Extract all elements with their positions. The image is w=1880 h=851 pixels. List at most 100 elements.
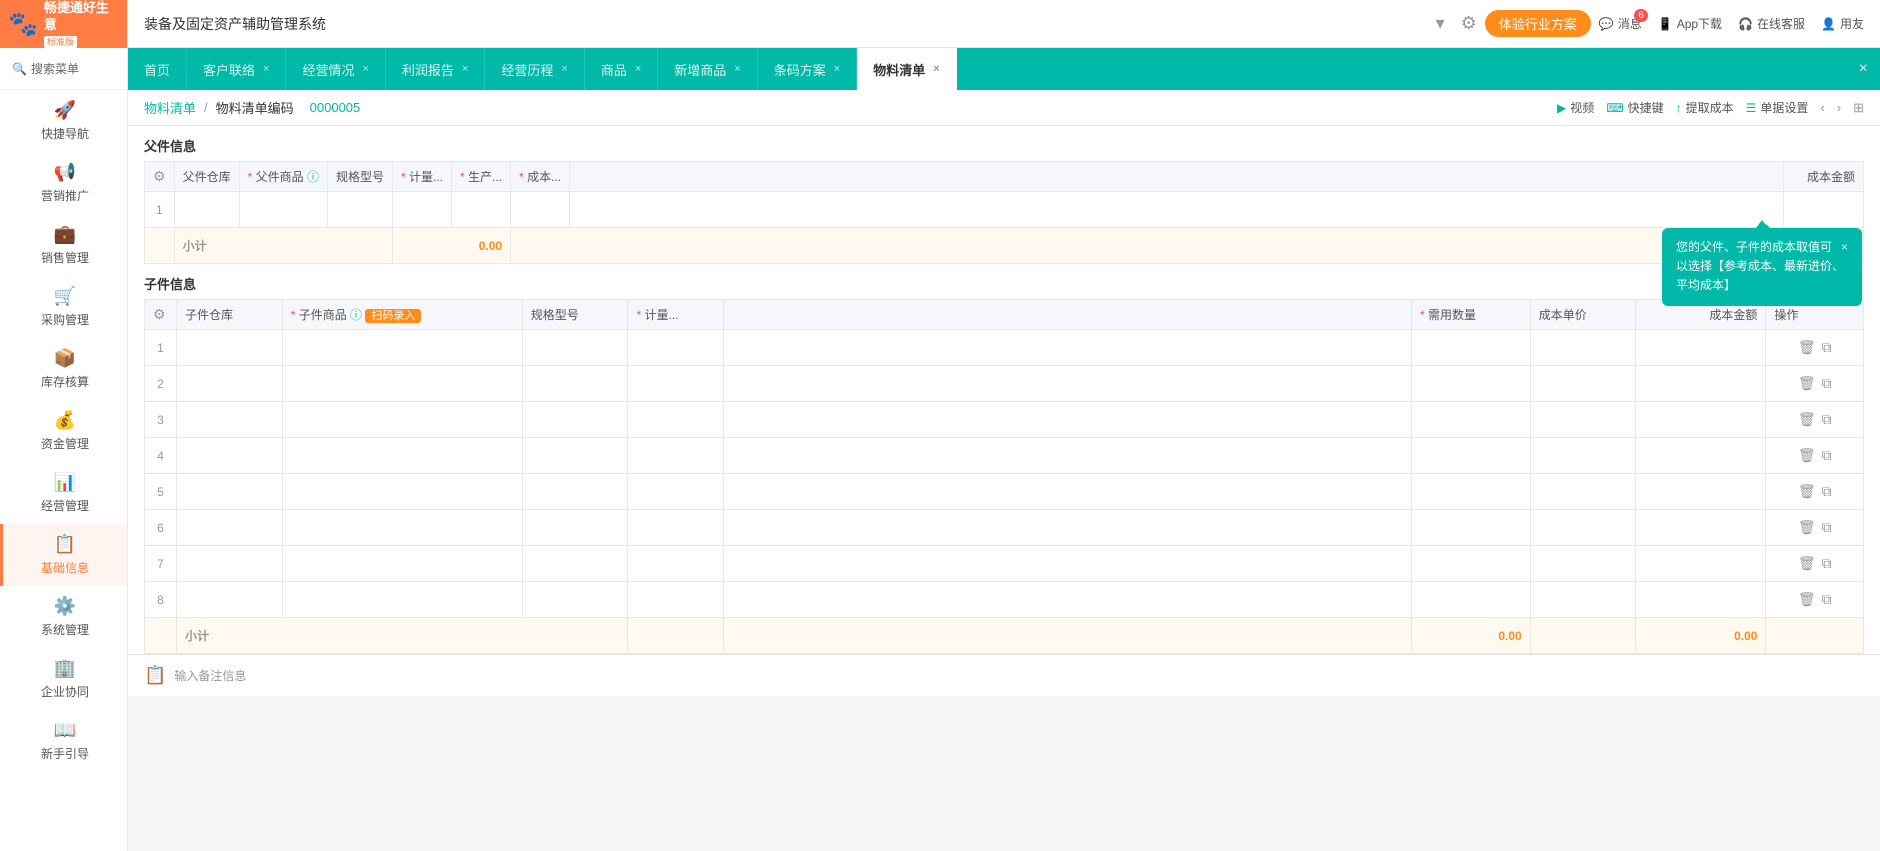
child-spec-cell[interactable]	[522, 582, 628, 618]
delete-icon[interactable]: 🗑	[1798, 555, 1816, 572]
child-unit-cell[interactable]	[628, 582, 724, 618]
sidebar-item-quick-nav[interactable]: 🚀 快捷导航	[0, 90, 127, 152]
scan-badge[interactable]: 扫码录入	[365, 309, 421, 323]
delete-icon[interactable]: 🗑	[1798, 375, 1816, 392]
tab-new-goods-close[interactable]: ×	[734, 63, 740, 75]
tab-history-close[interactable]: ×	[561, 63, 567, 75]
child-product-cell[interactable]	[282, 510, 522, 546]
sidebar-item-guide[interactable]: 📖 新手引导	[0, 710, 127, 772]
copy-icon[interactable]: ⧉	[1822, 447, 1832, 464]
child-warehouse-cell[interactable]	[177, 402, 283, 438]
child-unit-cell[interactable]	[628, 510, 724, 546]
copy-icon[interactable]: ⧉	[1822, 519, 1832, 536]
online-service-action[interactable]: 🎧 在线客服	[1738, 15, 1805, 32]
child-qty-cell[interactable]	[1412, 474, 1531, 510]
copy-icon[interactable]: ⧉	[1822, 591, 1832, 608]
tab-barcode-close[interactable]: ×	[834, 63, 840, 75]
app-download-action[interactable]: 📱 App下载	[1658, 15, 1722, 32]
tab-operation-close[interactable]: ×	[362, 63, 368, 75]
child-qty-cell[interactable]	[1412, 402, 1531, 438]
child-warehouse-cell[interactable]	[177, 546, 283, 582]
copy-icon[interactable]: ⧉	[1822, 483, 1832, 500]
delete-icon[interactable]: 🗑	[1798, 447, 1816, 464]
delete-icon[interactable]: 🗑	[1798, 519, 1816, 536]
delete-icon[interactable]: 🗑	[1798, 483, 1816, 500]
sidebar-item-operation[interactable]: 📊 经营管理	[0, 462, 127, 524]
tab-customer-close[interactable]: ×	[263, 63, 269, 75]
child-qty-cell[interactable]	[1412, 510, 1531, 546]
sidebar-item-system[interactable]: ⚙️ 系统管理	[0, 586, 127, 648]
child-spec-cell[interactable]	[522, 510, 628, 546]
child-unit-cell[interactable]	[628, 366, 724, 402]
child-qty-cell[interactable]	[1412, 330, 1531, 366]
child-warehouse-cell[interactable]	[177, 366, 283, 402]
close-all-tabs[interactable]: ×	[1847, 60, 1880, 78]
parent-produce-cell[interactable]	[452, 192, 511, 228]
parent-unit-cell[interactable]	[392, 192, 451, 228]
breadcrumb-parent[interactable]: 物料清单	[144, 98, 196, 117]
child-product-cell[interactable]	[282, 402, 522, 438]
delete-icon[interactable]: 🗑	[1798, 411, 1816, 428]
parent-product-info-icon[interactable]: ⓘ	[307, 170, 319, 184]
child-qty-cell[interactable]	[1412, 438, 1531, 474]
nav-next-icon[interactable]: ›	[1837, 100, 1841, 115]
child-product-cell[interactable]	[282, 474, 522, 510]
tab-profit[interactable]: 利润报告 ×	[386, 48, 485, 90]
child-unit-cell[interactable]	[628, 330, 724, 366]
child-qty-cell[interactable]	[1412, 546, 1531, 582]
delete-icon[interactable]: 🗑	[1798, 339, 1816, 356]
child-spec-cell[interactable]	[522, 546, 628, 582]
tab-bom-close[interactable]: ×	[933, 63, 939, 75]
child-spec-cell[interactable]	[522, 330, 628, 366]
tab-operation-status[interactable]: 经营情况 ×	[286, 48, 385, 90]
system-dropdown-icon[interactable]: ▾	[1436, 13, 1445, 34]
child-unit-cell[interactable]	[628, 402, 724, 438]
sidebar-item-inventory[interactable]: 📦 库存核算	[0, 338, 127, 400]
tab-new-goods[interactable]: 新增商品 ×	[658, 48, 757, 90]
copy-icon[interactable]: ⧉	[1822, 339, 1832, 356]
child-product-cell[interactable]	[282, 546, 522, 582]
tab-goods[interactable]: 商品 ×	[585, 48, 658, 90]
copy-icon[interactable]: ⧉	[1822, 555, 1832, 572]
parent-gear-icon[interactable]: ⚙	[153, 168, 166, 184]
tooltip-close-button[interactable]: ×	[1841, 238, 1848, 257]
sidebar-item-basic-info[interactable]: 📋 基础信息	[0, 524, 127, 586]
child-unit-cell[interactable]	[628, 438, 724, 474]
sidebar-item-enterprise[interactable]: 🏢 企业协同	[0, 648, 127, 710]
video-action[interactable]: ▶ 视频	[1557, 99, 1594, 116]
note-placeholder[interactable]: 输入备注信息	[174, 667, 246, 684]
child-spec-cell[interactable]	[522, 402, 628, 438]
parent-product-cell[interactable]	[239, 192, 327, 228]
child-product-cell[interactable]	[282, 582, 522, 618]
sidebar-item-finance[interactable]: 💰 资金管理	[0, 400, 127, 462]
child-warehouse-cell[interactable]	[177, 510, 283, 546]
child-unit-cell[interactable]	[628, 546, 724, 582]
user-action[interactable]: 👤 用友	[1821, 15, 1864, 32]
child-warehouse-cell[interactable]	[177, 438, 283, 474]
shortcut-action[interactable]: ⌨ 快捷键	[1606, 99, 1663, 116]
tab-history[interactable]: 经营历程 ×	[485, 48, 584, 90]
child-qty-cell[interactable]	[1412, 582, 1531, 618]
parent-warehouse-cell[interactable]	[174, 192, 239, 228]
child-qty-cell[interactable]	[1412, 366, 1531, 402]
settings-icon[interactable]: ⚙	[1461, 13, 1477, 34]
nav-prev-icon[interactable]: ‹	[1820, 100, 1824, 115]
child-product-cell[interactable]	[282, 366, 522, 402]
sidebar-item-purchase[interactable]: 🛒 采购管理	[0, 276, 127, 338]
grid-view-icon[interactable]: ⊞	[1853, 100, 1864, 116]
tab-bom[interactable]: 物料清单 ×	[857, 48, 956, 90]
child-warehouse-cell[interactable]	[177, 474, 283, 510]
child-unit-cell[interactable]	[628, 474, 724, 510]
parent-spec-cell[interactable]	[327, 192, 392, 228]
message-action[interactable]: 💬 消息 6	[1599, 15, 1642, 32]
parent-cost-cell[interactable]	[511, 192, 570, 228]
child-warehouse-cell[interactable]	[177, 582, 283, 618]
child-spec-cell[interactable]	[522, 474, 628, 510]
copy-icon[interactable]: ⧉	[1822, 411, 1832, 428]
delete-icon[interactable]: 🗑	[1798, 591, 1816, 608]
sidebar-item-sales[interactable]: 💼 销售管理	[0, 214, 127, 276]
copy-icon[interactable]: ⧉	[1822, 375, 1832, 392]
child-spec-cell[interactable]	[522, 438, 628, 474]
child-spec-cell[interactable]	[522, 366, 628, 402]
sidebar-item-marketing[interactable]: 📢 营销推广	[0, 152, 127, 214]
